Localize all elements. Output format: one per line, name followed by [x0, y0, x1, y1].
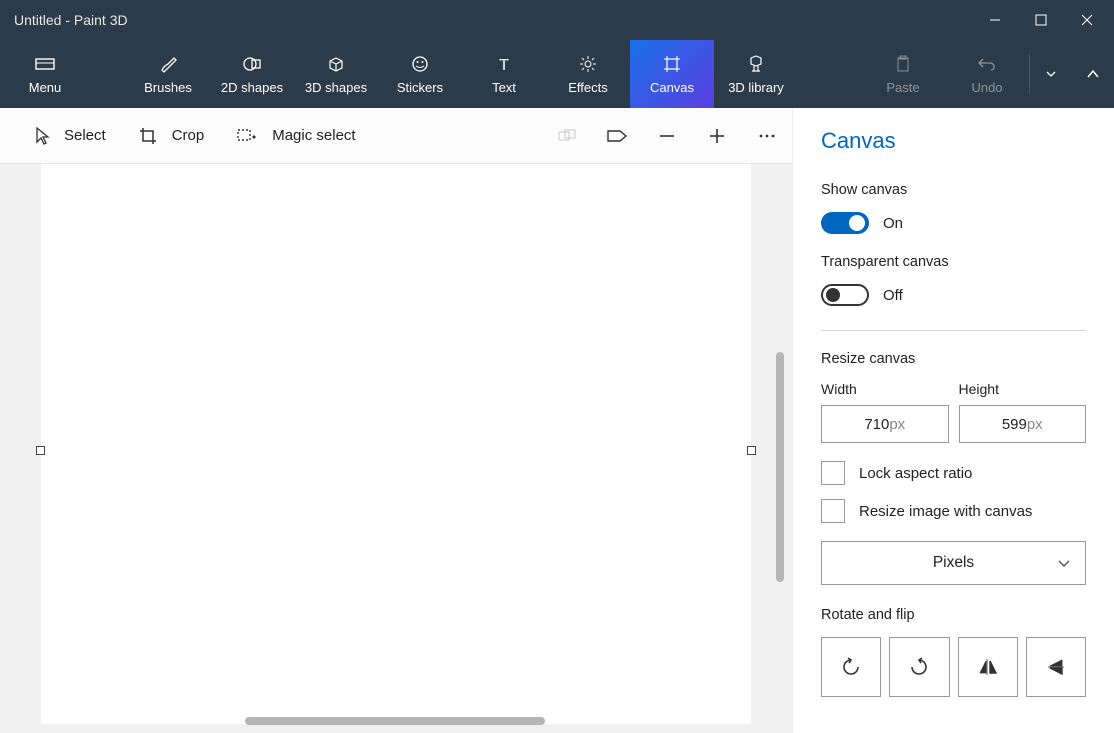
canvas-panel: Canvas Show canvas On Transparent canvas…: [792, 108, 1114, 733]
library-icon: [746, 54, 766, 74]
menu-label: Menu: [29, 80, 62, 95]
canvas-area[interactable]: [41, 164, 751, 724]
2d-shapes-icon: [242, 54, 262, 74]
resize-with-canvas-label: Resize image with canvas: [859, 503, 1032, 520]
tab-2d-shapes[interactable]: 2D shapes: [210, 40, 294, 108]
magic-select-icon: [236, 127, 258, 145]
svg-text:T: T: [499, 57, 509, 74]
flip-vertical-button[interactable]: [1026, 637, 1086, 697]
tab-brushes[interactable]: Brushes: [126, 40, 210, 108]
titlebar: Untitled - Paint 3D: [0, 0, 1114, 40]
paste-icon: [894, 54, 912, 74]
maximize-button[interactable]: [1018, 0, 1064, 40]
undo-button: Undo: [945, 40, 1029, 108]
show-canvas-label: Show canvas: [821, 182, 1086, 198]
tab-text[interactable]: T Text: [462, 40, 546, 108]
resize-handle-right[interactable]: [747, 446, 756, 455]
height-label: Height: [959, 381, 1087, 397]
resize-canvas-title: Resize canvas: [821, 351, 1086, 367]
tab-stickers[interactable]: Stickers: [378, 40, 462, 108]
cursor-icon: [34, 126, 50, 146]
panel-divider: [821, 330, 1086, 331]
zoom-in-button[interactable]: [692, 108, 742, 163]
magic-select-tool[interactable]: Magic select: [220, 108, 371, 163]
main-toolbar: Menu Brushes 2D shapes 3D shapes Sticker…: [0, 40, 1114, 108]
menu-icon: [34, 54, 56, 74]
text-icon: T: [494, 54, 514, 74]
rotate-flip-title: Rotate and flip: [821, 607, 1086, 623]
undo-icon: [977, 54, 997, 74]
rotate-left-button[interactable]: [821, 637, 881, 697]
crop-tool[interactable]: Crop: [122, 108, 221, 163]
tab-3d-library[interactable]: 3D library: [714, 40, 798, 108]
select-tool[interactable]: Select: [18, 108, 122, 163]
vertical-scrollbar[interactable]: [776, 352, 784, 582]
window-title: Untitled - Paint 3D: [14, 12, 972, 28]
tab-effects[interactable]: Effects: [546, 40, 630, 108]
horizontal-scrollbar[interactable]: [245, 717, 545, 725]
workspace[interactable]: [0, 164, 792, 733]
tab-3d-shapes[interactable]: 3D shapes: [294, 40, 378, 108]
rotate-right-button[interactable]: [889, 637, 949, 697]
brush-icon: [158, 54, 178, 74]
transparent-canvas-state: Off: [883, 287, 903, 304]
height-input[interactable]: 599px: [959, 405, 1087, 443]
resize-with-canvas-checkbox[interactable]: [821, 499, 845, 523]
close-button[interactable]: [1064, 0, 1110, 40]
canvas-icon: [662, 54, 682, 74]
menu-button[interactable]: Menu: [0, 40, 90, 108]
3d-shapes-icon: [326, 54, 346, 74]
3d-view-button[interactable]: [592, 108, 642, 163]
chevron-down-icon: [1057, 559, 1071, 567]
paste-button: Paste: [861, 40, 945, 108]
more-button[interactable]: [742, 108, 792, 163]
panel-title: Canvas: [821, 128, 1086, 154]
collapse-panel-button[interactable]: [1072, 40, 1114, 108]
flip-horizontal-button[interactable]: [958, 637, 1018, 697]
stickers-icon: [410, 54, 430, 74]
effects-icon: [578, 54, 598, 74]
crop-icon: [138, 126, 158, 146]
lock-aspect-label: Lock aspect ratio: [859, 465, 972, 482]
show-canvas-toggle[interactable]: [821, 212, 869, 234]
group-icon-button[interactable]: [542, 108, 592, 163]
show-canvas-state: On: [883, 215, 903, 232]
transparent-canvas-toggle[interactable]: [821, 284, 869, 306]
width-input[interactable]: 710px: [821, 405, 949, 443]
history-dropdown[interactable]: [1030, 40, 1072, 108]
units-selected: Pixels: [933, 554, 974, 572]
units-dropdown[interactable]: Pixels: [821, 541, 1086, 585]
tab-canvas[interactable]: Canvas: [630, 40, 714, 108]
transparent-canvas-label: Transparent canvas: [821, 254, 1086, 270]
zoom-out-button[interactable]: [642, 108, 692, 163]
lock-aspect-checkbox[interactable]: [821, 461, 845, 485]
minimize-button[interactable]: [972, 0, 1018, 40]
width-label: Width: [821, 381, 949, 397]
resize-handle-left[interactable]: [36, 446, 45, 455]
